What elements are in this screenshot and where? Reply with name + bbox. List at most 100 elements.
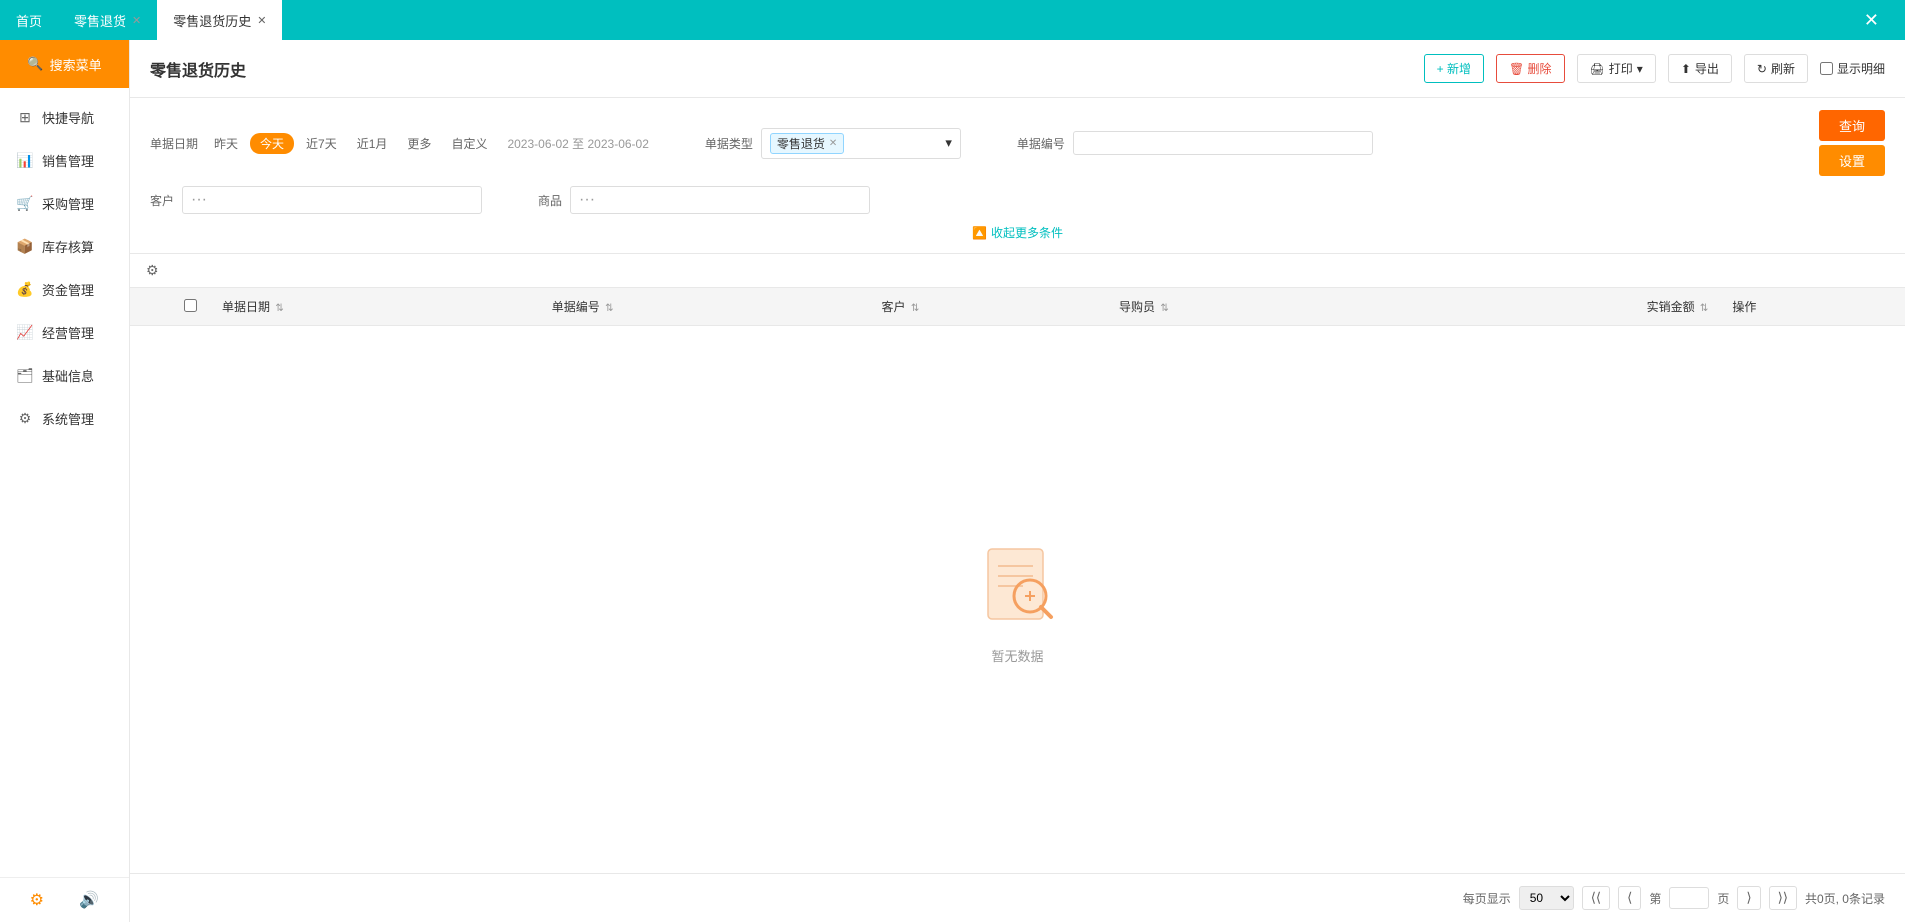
print-label: 打印: [1609, 60, 1633, 77]
display-detail-input[interactable]: [1820, 62, 1833, 75]
select-all-checkbox[interactable]: [184, 299, 197, 312]
ops-icon: 📈: [16, 324, 34, 342]
amount-sort-icon: ⇅: [1700, 303, 1708, 314]
collapse-label: 收起更多条件: [991, 224, 1063, 241]
setting-button[interactable]: 设置: [1819, 145, 1885, 176]
data-table: 单据日期 ⇅ 单据编号 ⇅ 客户 ⇅ 导购员 ⇅: [130, 288, 1905, 326]
table-toolbar: ⚙: [130, 254, 1905, 288]
query-button[interactable]: 查询: [1819, 110, 1885, 141]
empty-icon: [968, 534, 1068, 634]
date-sort-icon: ⇅: [275, 303, 283, 314]
page-last-btn[interactable]: ⟩⟩: [1769, 886, 1797, 910]
sidebar: 🔍 搜索菜单 ⊞ 快捷导航 📊 销售管理 🛒 采购管理 📦 库存核算 💰: [0, 40, 130, 922]
pagination: 每页显示 50 10 20 100 ⟨⟨ ⟨ 第 1 页 ⟩ ⟩⟩ 共0页, 0…: [130, 873, 1905, 922]
date-range-display: 2023-06-02 至 2023-06-02: [507, 135, 648, 152]
guide-sort-icon: ⇅: [1160, 303, 1168, 314]
col-action: 操作: [1720, 288, 1905, 326]
col-guide[interactable]: 导购员 ⇅: [1107, 288, 1391, 326]
date-7days-btn[interactable]: 近7天: [298, 133, 345, 154]
col-date[interactable]: 单据日期 ⇅: [210, 288, 540, 326]
sidebar-item-purchase-label: 采购管理: [42, 194, 94, 213]
date-filter-buttons: 昨天 今天 近7天 近1月 更多 自定义: [206, 133, 495, 154]
empty-illustration: [968, 534, 1068, 634]
table-settings-icon[interactable]: ⚙: [146, 262, 159, 279]
date-custom-btn[interactable]: 自定义: [443, 133, 495, 154]
number-sort-icon: ⇅: [605, 303, 613, 314]
sidebar-audio-icon[interactable]: 🔊: [79, 890, 99, 910]
tab-retail-return-history-close[interactable]: ✕: [257, 14, 266, 27]
sidebar-item-sys-mgmt[interactable]: ⚙ 系统管理: [0, 397, 129, 440]
print-button[interactable]: 🖨 打印 ▾: [1577, 54, 1656, 83]
page-first-btn[interactable]: ⟨⟨: [1582, 886, 1610, 910]
number-input[interactable]: [1073, 131, 1373, 155]
sidebar-search-label: 搜索菜单: [50, 55, 102, 74]
sidebar-item-inventory[interactable]: 📦 库存核算: [0, 225, 129, 268]
purchase-icon: 🛒: [16, 195, 34, 213]
date-more-btn[interactable]: 更多: [399, 133, 439, 154]
main-layout: 🔍 搜索菜单 ⊞ 快捷导航 📊 销售管理 🛒 采购管理 📦 库存核算 💰: [0, 40, 1905, 922]
filter-row-2: 客户 ··· 商品 ···: [150, 186, 1885, 214]
refresh-icon: ↻: [1757, 62, 1767, 76]
per-page-select[interactable]: 50 10 20 100: [1519, 886, 1574, 910]
sidebar-search[interactable]: 🔍 搜索菜单: [0, 40, 129, 88]
tab-home[interactable]: 首页: [0, 0, 58, 40]
delete-button[interactable]: 🗑 删除: [1496, 54, 1565, 83]
sidebar-settings-icon[interactable]: ⚙: [30, 890, 44, 910]
filter-type: 单据类型 零售退货 ✕ ▾: [705, 128, 961, 159]
col-amount[interactable]: 实销金额 ⇅: [1391, 288, 1721, 326]
type-tag-close[interactable]: ✕: [829, 138, 837, 149]
page-number-input[interactable]: 1: [1669, 887, 1709, 909]
page-next-btn[interactable]: ⟩: [1737, 886, 1760, 910]
type-select[interactable]: 零售退货 ✕ ▾: [761, 128, 961, 159]
tab-retail-return[interactable]: 零售退货 ✕: [58, 0, 157, 40]
customer-dots: ···: [191, 191, 207, 209]
window-close-button[interactable]: ✕: [1854, 10, 1889, 30]
sidebar-item-ops-mgmt[interactable]: 📈 经营管理: [0, 311, 129, 354]
per-page-label: 每页显示: [1463, 890, 1511, 907]
basic-info-icon: 🗂: [16, 367, 34, 385]
col-customer[interactable]: 客户 ⇅: [870, 288, 1107, 326]
page-prefix-label: 第: [1649, 890, 1661, 907]
content-area: 零售退货历史 + 新增 🗑 删除 🖨 打印 ▾ ⬆ 导出 ↻ 刷新: [130, 40, 1905, 922]
finance-icon: 💰: [16, 281, 34, 299]
new-button[interactable]: + 新增: [1424, 54, 1484, 83]
page-prev-btn[interactable]: ⟨: [1618, 886, 1641, 910]
date-yesterday-btn[interactable]: 昨天: [206, 133, 246, 154]
col-checkbox: [170, 288, 210, 326]
sidebar-item-purchase-mgmt[interactable]: 🛒 采购管理: [0, 182, 129, 225]
collapse-btn[interactable]: 🔼 收起更多条件: [972, 224, 1063, 241]
export-button[interactable]: ⬆ 导出: [1668, 54, 1732, 83]
page-suffix-label: 页: [1717, 890, 1729, 907]
sidebar-item-basic-info[interactable]: 🗂 基础信息: [0, 354, 129, 397]
goods-select[interactable]: ···: [570, 186, 870, 214]
sidebar-item-quick-nav[interactable]: ⊞ 快捷导航: [0, 96, 129, 139]
tab-home-label: 首页: [16, 11, 42, 30]
sidebar-item-quick-nav-label: 快捷导航: [42, 108, 94, 127]
filter-section: 单据日期 昨天 今天 近7天 近1月 更多 自定义 2023-06-02 至 2…: [130, 98, 1905, 254]
tab-retail-return-history[interactable]: 零售退货历史 ✕: [157, 0, 282, 40]
sidebar-bottom: ⚙ 🔊: [0, 877, 129, 922]
quick-nav-icon: ⊞: [16, 109, 34, 127]
customer-select[interactable]: ···: [182, 186, 482, 214]
date-1month-btn[interactable]: 近1月: [349, 133, 396, 154]
type-select-chevron: ▾: [945, 135, 952, 151]
sales-mgmt-icon: 📊: [16, 152, 34, 170]
sidebar-item-inventory-label: 库存核算: [42, 237, 94, 256]
tab-retail-return-label: 零售退货: [74, 11, 126, 30]
tab-retail-return-close[interactable]: ✕: [132, 14, 141, 27]
export-label: 导出: [1695, 60, 1719, 77]
filter-row-1: 单据日期 昨天 今天 近7天 近1月 更多 自定义 2023-06-02 至 2…: [150, 110, 1885, 176]
sidebar-item-sales-mgmt[interactable]: 📊 销售管理: [0, 139, 129, 182]
sidebar-item-basic-label: 基础信息: [42, 366, 94, 385]
query-actions: 查询 设置: [1819, 110, 1885, 176]
display-detail-checkbox[interactable]: 显示明细: [1820, 60, 1885, 77]
number-label: 单据编号: [1017, 135, 1065, 152]
date-today-btn[interactable]: 今天: [250, 133, 294, 154]
total-label: 共0页, 0条记录: [1805, 890, 1885, 907]
col-number[interactable]: 单据编号 ⇅: [540, 288, 870, 326]
refresh-button[interactable]: ↻ 刷新: [1744, 54, 1808, 83]
sidebar-nav: ⊞ 快捷导航 📊 销售管理 🛒 采购管理 📦 库存核算 💰 资金管理 📈: [0, 88, 129, 877]
sidebar-item-ops-label: 经营管理: [42, 323, 94, 342]
sidebar-item-finance[interactable]: 💰 资金管理: [0, 268, 129, 311]
empty-state: 暂无数据: [130, 326, 1905, 873]
